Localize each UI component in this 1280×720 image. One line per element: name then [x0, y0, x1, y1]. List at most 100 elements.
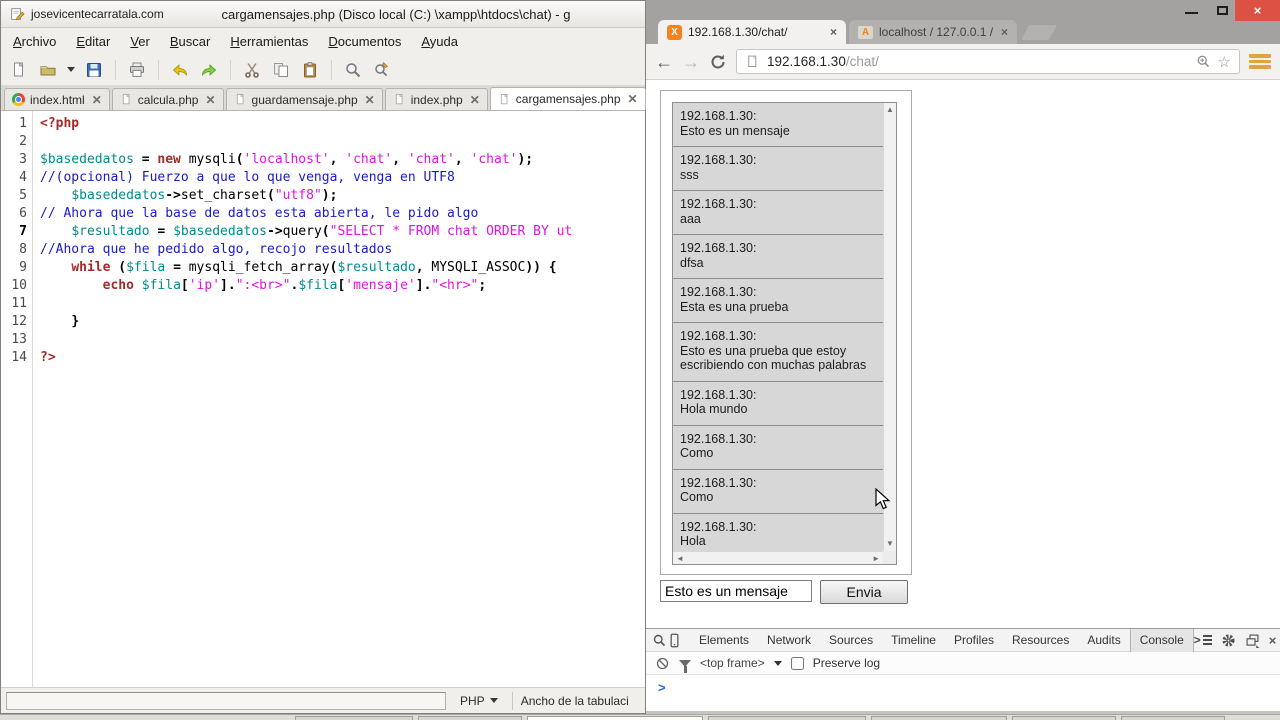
menu-item-buscar[interactable]: Buscar [170, 34, 210, 49]
devtools-tab-elements[interactable]: Elements [690, 629, 758, 652]
toolbar-undo-button[interactable] [168, 58, 192, 82]
address-bar[interactable]: 192.168.1.30/chat/ ☆ [736, 49, 1240, 74]
taskbar-button[interactable] [1012, 716, 1116, 720]
devtools-tab-timeline[interactable]: Timeline [882, 629, 945, 652]
tab-close-icon[interactable]: × [1001, 25, 1008, 39]
tab-label: index.html [30, 92, 85, 107]
line-number: 13 [11, 332, 27, 347]
menu-item-ayuda[interactable]: Ayuda [421, 34, 458, 49]
vertical-scrollbar[interactable]: ▲ ▼ [883, 103, 896, 551]
taskbar-button[interactable] [1121, 716, 1225, 720]
browser-tab-192-168-1-30-chat[interactable]: X 192.168.1.30/chat/ × [658, 20, 846, 44]
toolbar-open-folder-button[interactable] [36, 58, 60, 82]
taskbar-button[interactable] [295, 716, 413, 720]
chat-message-list[interactable]: 192.168.1.30: Esto es un mensaje 192.168.1… [673, 103, 883, 551]
menu-item-editar[interactable]: Editar [76, 34, 110, 49]
preserve-log-checkbox[interactable] [790, 656, 804, 670]
taskbar-button[interactable] [871, 716, 1007, 720]
toolbar-cut-button[interactable] [240, 58, 264, 82]
chat-message-text: Hola [680, 534, 706, 548]
tab-close-icon[interactable]: ✕ [628, 93, 638, 105]
inspect-search-icon[interactable] [652, 633, 667, 648]
toolbar-redo-button[interactable] [197, 58, 221, 82]
back-button[interactable]: ← [655, 53, 673, 71]
chevron-down-icon[interactable] [773, 660, 782, 666]
forward-button[interactable]: → [682, 53, 700, 71]
devtools-tab-resources[interactable]: Resources [1003, 629, 1078, 652]
devtools-tab-network[interactable]: Network [758, 629, 820, 652]
devtools-tab-audits[interactable]: Audits [1078, 629, 1129, 652]
toolbar-find-replace-button[interactable] [370, 58, 394, 82]
message-input[interactable] [660, 580, 812, 602]
chat-message-text: Como [680, 446, 714, 460]
code-line: //Ahora que he pedido algo, recojo resul… [40, 242, 393, 257]
code-text[interactable]: <?php $basededatos = new mysqli('localho… [33, 111, 645, 687]
frame-selector[interactable]: <top frame> [700, 656, 765, 670]
chrome-menu-button[interactable] [1249, 54, 1271, 69]
editor-tab-guardamensaje-php[interactable]: guardamensaje.php ✕ [225, 88, 383, 110]
chat-message-text: sss [680, 167, 699, 182]
devtools-panel: Elements Network Sources Timeline Profiles Re… [646, 628, 1280, 714]
devtools-tab-profiles[interactable]: Profiles [945, 629, 1003, 652]
minimize-button[interactable] [1185, 12, 1198, 14]
toolbar-save-button[interactable] [82, 58, 106, 82]
tab-close-icon[interactable]: ✕ [365, 94, 375, 106]
open-dropdown-button[interactable] [65, 58, 77, 82]
menu-item-archivo[interactable]: Archivo [13, 34, 56, 49]
reload-button[interactable] [709, 53, 727, 71]
browser-tab-localhost-127-0-0-1-cha[interactable]: Alocalhost / 127.0.0.1 / cha × [849, 20, 1017, 44]
editor-tab-calcula-php[interactable]: calcula.php ✕ [111, 88, 224, 110]
code-line: // Ahora que la base de datos esta abier… [40, 206, 479, 221]
language-selector[interactable]: PHP [454, 694, 504, 708]
console-prompt[interactable]: > [646, 675, 1280, 695]
console-output[interactable]: > [646, 675, 1280, 711]
browser-title-bar[interactable]: × [646, 0, 1280, 21]
chat-message-ip: 192.168.1.30: [680, 329, 757, 343]
file-icon [393, 93, 406, 106]
editor-tab-index-php[interactable]: index.php ✕ [384, 88, 488, 110]
horizontal-scrollbar[interactable]: ◄ ► [673, 551, 883, 564]
toolbar-paste-button[interactable] [298, 58, 322, 82]
toolbar-print-button[interactable] [125, 58, 149, 82]
menu-item-ver[interactable]: Ver [130, 34, 150, 49]
maximize-button[interactable] [1217, 6, 1228, 15]
device-mode-icon[interactable] [667, 633, 682, 648]
close-button[interactable]: × [1235, 0, 1280, 21]
devtools-tab-sources[interactable]: Sources [820, 629, 882, 652]
bookmark-star-icon[interactable]: ☆ [1218, 53, 1231, 71]
tab-close-icon[interactable]: ✕ [470, 94, 480, 106]
scroll-up-icon[interactable]: ▲ [886, 106, 894, 114]
tab-close-icon[interactable]: ✕ [92, 94, 102, 106]
menu-item-documentos[interactable]: Documentos [328, 34, 401, 49]
menu-item-herramientas[interactable]: Herramientas [230, 34, 308, 49]
toolbar-new-document-button[interactable] [7, 58, 31, 82]
zoom-magnifier-icon[interactable] [1196, 54, 1211, 69]
toolbar-find-button[interactable] [341, 58, 365, 82]
code-line: $basededatos = new mysqli('localhost', '… [40, 152, 534, 167]
editor-title-bar[interactable]: josevicentecarratala.com cargamensajes.p… [1, 1, 645, 28]
console-drawer-icon[interactable]: > [1194, 633, 1212, 647]
filter-funnel-icon[interactable] [679, 659, 691, 673]
tab-close-icon[interactable]: ✕ [205, 94, 215, 106]
chat-message: 192.168.1.30: Esto es un mensaje [673, 103, 883, 147]
devtools-gear-icon[interactable] [1221, 633, 1236, 648]
devtools-close-icon[interactable]: × [1269, 633, 1277, 648]
code-editor[interactable]: 1 2 3 4 5 6 7 8 9 10 11 12 13 14 <?php $basededatos =… [1, 111, 645, 687]
send-button[interactable]: Envia [820, 580, 908, 604]
taskbar-button[interactable] [708, 716, 866, 720]
new-tab-button[interactable] [1021, 24, 1057, 40]
tab-close-icon[interactable]: × [830, 25, 837, 39]
clear-console-icon[interactable] [655, 656, 670, 671]
scroll-left-icon[interactable]: ◄ [676, 554, 684, 563]
taskbar-button[interactable] [527, 716, 703, 720]
devtools-tab-console[interactable]: Console [1129, 628, 1194, 652]
line-number: 3 [19, 152, 27, 167]
dock-window-icon[interactable] [1245, 633, 1260, 648]
toolbar-copy-button[interactable] [269, 58, 293, 82]
taskbar-button[interactable] [418, 716, 522, 720]
line-number: 11 [11, 296, 27, 311]
scroll-right-icon[interactable]: ► [872, 554, 880, 563]
editor-tab-cargamensajes-php[interactable]: cargamensajes.php ✕ [489, 87, 646, 110]
editor-tab-index-html[interactable]: index.html ✕ [4, 88, 110, 110]
scroll-down-icon[interactable]: ▼ [886, 540, 894, 548]
